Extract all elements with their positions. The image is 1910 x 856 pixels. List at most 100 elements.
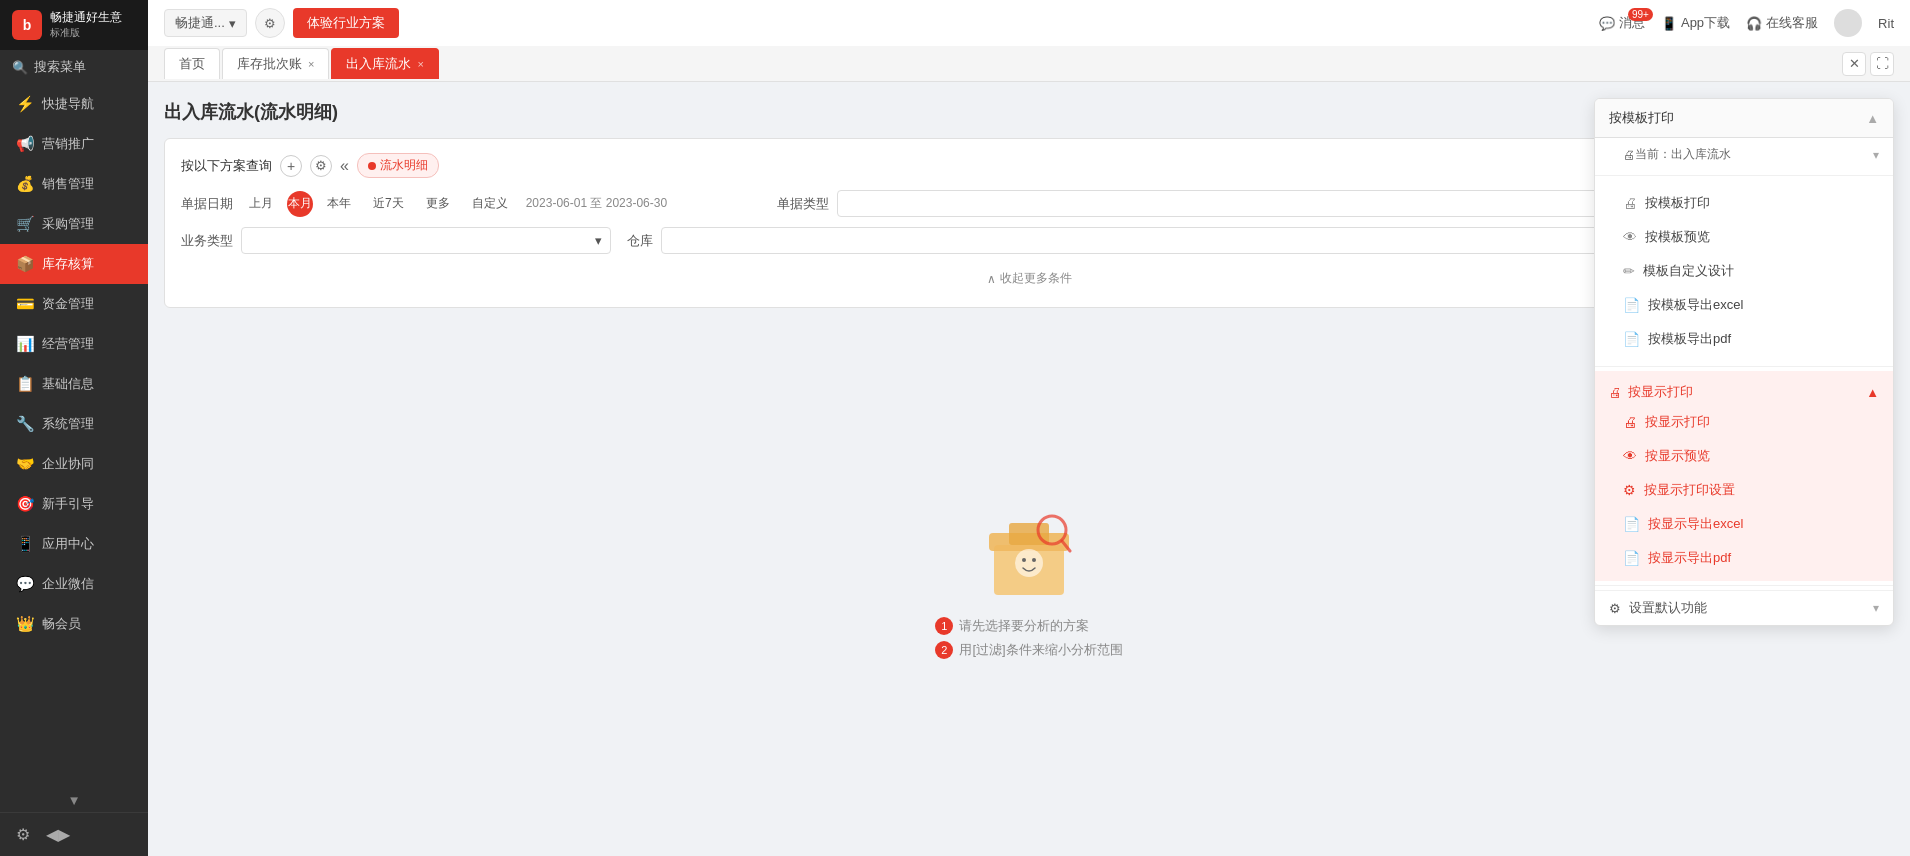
sidebar-item-members[interactable]: 👑 畅会员 <box>0 604 148 644</box>
sidebar-item-label: 畅会员 <box>42 615 81 633</box>
messages-button[interactable]: 💬 消息 99+ <box>1599 14 1645 32</box>
apps-icon: 📱 <box>16 535 34 553</box>
template-custom-item[interactable]: ✏ 模板自定义设计 <box>1595 254 1893 288</box>
step-1-text: 请先选择要分析的方案 <box>959 617 1089 635</box>
display-settings-label: 按显示打印设置 <box>1644 481 1735 499</box>
double-arrow-icon: « <box>340 157 349 174</box>
chevron-down-icon: ▾ <box>1873 148 1879 162</box>
app-download-button[interactable]: 📱 App下载 <box>1661 14 1730 32</box>
template-print-label: 按模板打印 <box>1645 194 1710 212</box>
sidebar-item-finance[interactable]: 💳 资金管理 <box>0 284 148 324</box>
display-excel-item[interactable]: 📄 按显示导出excel <box>1595 507 1893 541</box>
sidebar-item-inventory[interactable]: 📦 库存核算 <box>0 244 148 284</box>
app-download-label: App下载 <box>1681 14 1730 32</box>
marketing-icon: 📢 <box>16 135 34 153</box>
template-print-item[interactable]: 🖨 按模板打印 <box>1595 186 1893 220</box>
date-option-7days[interactable]: 近7天 <box>365 193 412 214</box>
sidebar-item-purchase[interactable]: 🛒 采购管理 <box>0 204 148 244</box>
tab-flow-close[interactable]: × <box>417 58 423 70</box>
tab-batch-account-close[interactable]: × <box>308 58 314 70</box>
online-service-button[interactable]: 🎧 在线客服 <box>1746 14 1818 32</box>
tab-flow-label: 出入库流水 <box>346 55 411 73</box>
plus-icon: + <box>287 158 295 174</box>
gear-icon: ⚙ <box>1609 601 1621 616</box>
display-print-item[interactable]: 🖨 按显示打印 <box>1595 405 1893 439</box>
sidebar-footer-settings-btn[interactable]: ⚙ <box>16 825 30 844</box>
sidebar-item-guide[interactable]: 🎯 新手引导 <box>0 484 148 524</box>
date-option-last-month[interactable]: 上月 <box>241 193 281 214</box>
pdf-icon: 📄 <box>1623 331 1640 347</box>
sidebar-item-marketing[interactable]: 📢 营销推广 <box>0 124 148 164</box>
date-option-this-month[interactable]: 本月 <box>287 191 313 217</box>
sidebar-item-label: 营销推广 <box>42 135 94 153</box>
sidebar-logo: b 畅捷通好生意 标准版 <box>0 0 148 50</box>
date-option-more[interactable]: 更多 <box>418 193 458 214</box>
step-2-number: 2 <box>935 641 953 659</box>
warehouse-label: 仓库 <box>627 232 653 250</box>
filter-collapse-button[interactable]: « <box>340 157 349 175</box>
company-name: 畅捷通... <box>175 14 225 32</box>
display-pdf-item[interactable]: 📄 按显示导出pdf <box>1595 541 1893 575</box>
sidebar-item-operations[interactable]: 📊 经营管理 <box>0 324 148 364</box>
sidebar-item-label: 资金管理 <box>42 295 94 313</box>
topbar: 畅捷通... ▾ ⚙ 体验行业方案 💬 消息 99+ 📱 App下载 🎧 在线客… <box>148 0 1910 46</box>
svg-point-5 <box>1015 549 1043 577</box>
sidebar-item-wechat[interactable]: 💬 企业微信 <box>0 564 148 604</box>
sidebar-item-sales[interactable]: 💰 销售管理 <box>0 164 148 204</box>
tab-home[interactable]: 首页 <box>164 48 220 79</box>
sidebar-item-enterprise[interactable]: 🤝 企业协同 <box>0 444 148 484</box>
tab-batch-account[interactable]: 库存批次账 × <box>222 48 329 79</box>
page-title: 出入库流水(流水明细) <box>164 100 338 124</box>
main-area: 畅捷通... ▾ ⚙ 体验行业方案 💬 消息 99+ 📱 App下载 🎧 在线客… <box>148 0 1910 856</box>
sidebar-item-apps[interactable]: 📱 应用中心 <box>0 524 148 564</box>
app-logo-icon: b <box>12 10 42 40</box>
user-avatar[interactable] <box>1834 9 1862 37</box>
biz-type-select[interactable]: ▾ <box>241 227 611 254</box>
template-excel-item[interactable]: 📄 按模板导出excel <box>1595 288 1893 322</box>
divider-1 <box>1595 175 1893 176</box>
user-name: Rit <box>1878 16 1894 31</box>
topbar-right: 💬 消息 99+ 📱 App下载 🎧 在线客服 Rit <box>1599 9 1894 37</box>
date-field-label: 单据日期 <box>181 195 233 213</box>
sidebar-item-label: 经营管理 <box>42 335 94 353</box>
finance-icon: 💳 <box>16 295 34 313</box>
window-maximize-button[interactable]: ⛶ <box>1870 52 1894 76</box>
sidebar-item-basic[interactable]: 📋 基础信息 <box>0 364 148 404</box>
sidebar-item-quick-nav[interactable]: ⚡ 快捷导航 <box>0 84 148 124</box>
display-preview-item[interactable]: 👁 按显示预览 <box>1595 439 1893 473</box>
window-close-button[interactable]: ✕ <box>1842 52 1866 76</box>
sidebar-footer-collapse-btn[interactable]: ◀▶ <box>46 825 70 844</box>
filter-settings-button[interactable]: ⚙ <box>310 155 332 177</box>
dropdown-footer-settings[interactable]: ⚙ 设置默认功能 ▾ <box>1595 590 1893 625</box>
template-icon: 🖨 <box>1623 148 1635 162</box>
filter-tag[interactable]: 流水明细 <box>357 153 439 178</box>
template-pdf-item[interactable]: 📄 按模板导出pdf <box>1595 322 1893 356</box>
sidebar-item-label: 企业微信 <box>42 575 94 593</box>
edit-icon: ✏ <box>1623 263 1635 279</box>
purchase-icon: 🛒 <box>16 215 34 233</box>
settings-icon: ⚙ <box>1623 482 1636 498</box>
company-selector[interactable]: 畅捷通... ▾ <box>164 9 247 37</box>
tab-batch-account-label: 库存批次账 <box>237 55 302 73</box>
date-option-custom[interactable]: 自定义 <box>464 193 516 214</box>
sidebar-scroll-down[interactable]: ▼ <box>0 789 148 812</box>
display-preview-label: 按显示预览 <box>1645 447 1710 465</box>
display-settings-item[interactable]: ⚙ 按显示打印设置 <box>1595 473 1893 507</box>
sidebar-item-system[interactable]: 🔧 系统管理 <box>0 404 148 444</box>
headset-icon: 🎧 <box>1746 16 1762 31</box>
tab-flow[interactable]: 出入库流水 × <box>331 48 438 79</box>
online-service-label: 在线客服 <box>1766 14 1818 32</box>
filter-label: 按以下方案查询 <box>181 157 272 175</box>
sidebar-item-label: 快捷导航 <box>42 95 94 113</box>
template-preview-item[interactable]: 👁 按模板预览 <box>1595 220 1893 254</box>
sidebar-search-item[interactable]: 🔍 搜索菜单 <box>0 50 148 84</box>
industry-button[interactable]: 体验行业方案 <box>293 8 399 38</box>
biz-type-field: 业务类型 ▾ <box>181 227 611 254</box>
filter-add-button[interactable]: + <box>280 155 302 177</box>
topbar-gear-button[interactable]: ⚙ <box>255 8 285 38</box>
system-icon: 🔧 <box>16 415 34 433</box>
date-option-this-year[interactable]: 本年 <box>319 193 359 214</box>
app-version: 标准版 <box>50 26 122 40</box>
biz-type-label: 业务类型 <box>181 232 233 250</box>
preview-icon: 👁 <box>1623 448 1637 464</box>
